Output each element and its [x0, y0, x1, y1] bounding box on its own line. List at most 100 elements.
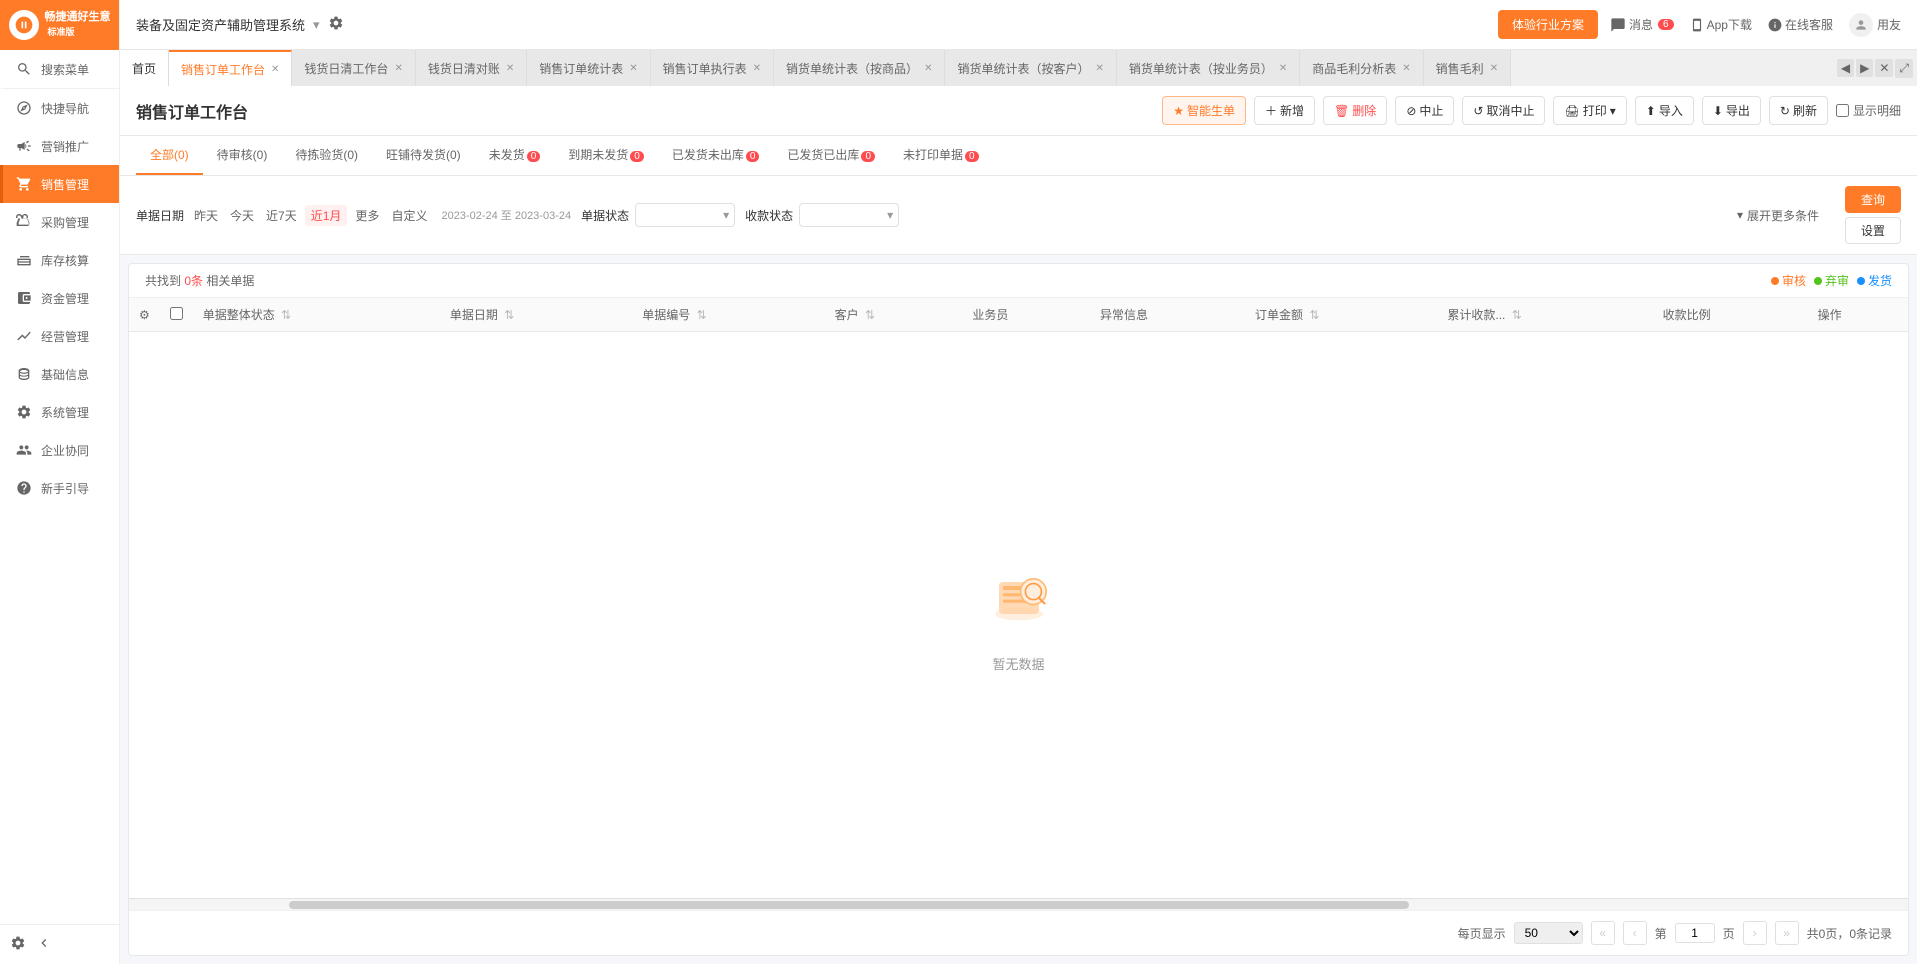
select-all-checkbox[interactable] [170, 307, 183, 320]
show-detail-checkbox-label[interactable]: 显示明细 [1836, 102, 1901, 119]
sort-date-icon[interactable]: ⇅ [504, 308, 514, 322]
shortcut-custom[interactable]: 自定义 [387, 205, 431, 226]
tab-cash-daily-label: 钱货日清工作台 [304, 60, 388, 77]
tabs-maximize-btn[interactable]: ⤢ [1895, 59, 1913, 78]
tabs-prev-btn[interactable]: ◀ [1837, 59, 1854, 77]
th-amount: 订单金额 ⇅ [1245, 298, 1437, 332]
expand-filter-btn[interactable]: ▾ 展开更多条件 [1737, 207, 1819, 224]
sort-number-icon[interactable]: ⇅ [697, 308, 707, 322]
tab-gross-margin-close[interactable]: ✕ [1402, 63, 1410, 74]
last-page-btn[interactable]: » [1775, 921, 1799, 945]
sidebar-collapse-btn[interactable] [36, 935, 52, 954]
shortcut-yesterday[interactable]: 昨天 [190, 205, 222, 226]
solution-btn[interactable]: 体验行业方案 [1498, 10, 1598, 39]
tabs-next-btn[interactable]: ▶ [1856, 59, 1873, 77]
next-page-btn[interactable]: › [1743, 921, 1767, 945]
tab-sales-customer[interactable]: 销货单统计表（按客户） ✕ [945, 50, 1116, 86]
tab-sales-exec[interactable]: 销售订单执行表 ✕ [651, 50, 774, 86]
refresh-icon: ↻ [1780, 104, 1790, 118]
shortcut-today[interactable]: 今天 [226, 205, 258, 226]
sidebar-settings-btn[interactable] [10, 935, 26, 954]
subtab-pending-review[interactable]: 待审核(0) [203, 136, 282, 175]
cancel-stop-btn[interactable]: ↺ 取消中止 [1462, 96, 1545, 125]
table-cancel-btn[interactable]: 弃审 [1814, 272, 1849, 289]
refresh-btn[interactable]: ↻ 刷新 [1769, 96, 1828, 125]
message-btn[interactable]: 消息 6 [1610, 16, 1674, 33]
tab-sales-workbench-close[interactable]: ✕ [271, 64, 279, 75]
sidebar-item-operations[interactable]: 经营管理 [0, 317, 119, 355]
sidebar-item-search[interactable]: 搜索菜单 [0, 50, 119, 89]
tab-sales-customer-close[interactable]: ✕ [1095, 63, 1103, 74]
page-size-select[interactable]: 50 100 200 [1514, 922, 1583, 944]
scrollbar-thumb[interactable] [289, 901, 1409, 909]
tabs-close-btn[interactable]: ✕ [1875, 59, 1893, 77]
sidebar-item-quicknav[interactable]: 快捷导航 [0, 89, 119, 127]
sidebar-item-guide[interactable]: 新手引导 [0, 469, 119, 507]
subtab-pending-inspect[interactable]: 待拣验货(0) [281, 136, 372, 175]
import-btn[interactable]: ⬆ 导入 [1635, 96, 1694, 125]
system-dropdown-icon[interactable]: ▾ [313, 17, 320, 33]
sort-status-icon[interactable]: ⇅ [281, 308, 291, 322]
sort-cumulative-icon[interactable]: ⇅ [1512, 308, 1522, 322]
tab-cash-reconcile[interactable]: 钱货日清对账 ✕ [416, 50, 527, 86]
tab-cash-reconcile-close[interactable]: ✕ [506, 63, 514, 74]
new-btn[interactable]: ＋ 新增 [1254, 96, 1315, 125]
tab-home[interactable]: 首页 [120, 50, 169, 86]
horizontal-scrollbar[interactable] [129, 898, 1908, 910]
print-btn[interactable]: 🖨 打印 ▾ [1553, 96, 1626, 125]
subtab-overdue-deliver[interactable]: 到期未发货0 [554, 136, 658, 175]
sidebar-item-basic[interactable]: 基础信息 [0, 355, 119, 393]
query-btn[interactable]: 查询 [1845, 186, 1901, 213]
sort-customer-icon[interactable]: ⇅ [865, 308, 875, 322]
sort-amount-icon[interactable]: ⇅ [1309, 308, 1319, 322]
shortcut-more[interactable]: 更多 [351, 205, 383, 226]
user-menu[interactable]: 用友 [1849, 13, 1901, 37]
table-scroll-area: ⚙ 单据整体状态 ⇅ 单据日期 ⇅ [129, 298, 1908, 898]
sidebar-item-system[interactable]: 系统管理 [0, 393, 119, 431]
tab-sales-staff[interactable]: 销货单统计表（按业务员） ✕ [1117, 50, 1300, 86]
tab-sales-margin-close[interactable]: ✕ [1490, 63, 1498, 74]
sidebar-item-purchase[interactable]: 采购管理 [0, 203, 119, 241]
table-review-btn[interactable]: 审核 [1771, 272, 1806, 289]
show-detail-checkbox[interactable] [1836, 104, 1849, 117]
subtab-delivered-out[interactable]: 已发货已出库0 [773, 136, 889, 175]
prev-page-btn[interactable]: ‹ [1623, 921, 1647, 945]
tab-cash-daily[interactable]: 钱货日清工作台 ✕ [292, 50, 415, 86]
filter-payment-select[interactable] [799, 203, 899, 227]
tab-sales-staff-close[interactable]: ✕ [1279, 63, 1287, 74]
table-settings-icon[interactable]: ⚙ [139, 308, 150, 322]
tab-sales-stats[interactable]: 销售订单统计表 ✕ [527, 50, 650, 86]
sidebar-item-collab[interactable]: 企业协同 [0, 431, 119, 469]
tab-sales-product[interactable]: 销货单统计表（按商品） ✕ [774, 50, 945, 86]
subtab-delivered-not-out[interactable]: 已发货未出库0 [658, 136, 774, 175]
tab-sales-stats-close[interactable]: ✕ [629, 63, 637, 74]
sidebar-item-sales[interactable]: 销售管理 [0, 165, 119, 203]
subtab-all[interactable]: 全部(0) [136, 136, 203, 175]
tab-sales-margin[interactable]: 销售毛利 ✕ [1424, 50, 1511, 86]
shortcut-1month[interactable]: 近1月 [305, 205, 348, 226]
tab-sales-exec-close[interactable]: ✕ [753, 63, 761, 74]
delete-btn[interactable]: 🗑 删除 [1323, 96, 1387, 125]
topbar-settings-icon[interactable] [328, 15, 344, 34]
tab-cash-daily-close[interactable]: ✕ [394, 63, 402, 74]
sidebar-item-inventory[interactable]: 库存核算 [0, 241, 119, 279]
page-input[interactable] [1675, 923, 1715, 943]
tab-sales-workbench[interactable]: 销售订单工作台 ✕ [169, 50, 292, 86]
shortcut-7days[interactable]: 近7天 [262, 205, 301, 226]
sidebar-item-finance[interactable]: 资金管理 [0, 279, 119, 317]
stop-btn[interactable]: ⊘ 中止 [1395, 96, 1454, 125]
tab-sales-product-close[interactable]: ✕ [924, 63, 932, 74]
app-download-btn[interactable]: App下载 [1690, 16, 1752, 33]
subtab-wangpu-deliver[interactable]: 旺铺待发货(0) [372, 136, 475, 175]
set-btn[interactable]: 设置 [1845, 217, 1901, 244]
sidebar-item-marketing[interactable]: 营销推广 [0, 127, 119, 165]
subtab-not-printed[interactable]: 未打印单据0 [889, 136, 993, 175]
tab-gross-margin[interactable]: 商品毛利分析表 ✕ [1300, 50, 1423, 86]
export-btn[interactable]: ⬇ 导出 [1702, 96, 1761, 125]
table-deliver-btn[interactable]: 发货 [1857, 272, 1892, 289]
online-service-btn[interactable]: 在线客服 [1768, 16, 1833, 33]
subtab-undelivered[interactable]: 未发货0 [475, 136, 555, 175]
filter-status-select[interactable] [635, 203, 735, 227]
smart-gen-btn[interactable]: ★ 智能生单 [1162, 96, 1246, 125]
first-page-btn[interactable]: « [1591, 921, 1615, 945]
